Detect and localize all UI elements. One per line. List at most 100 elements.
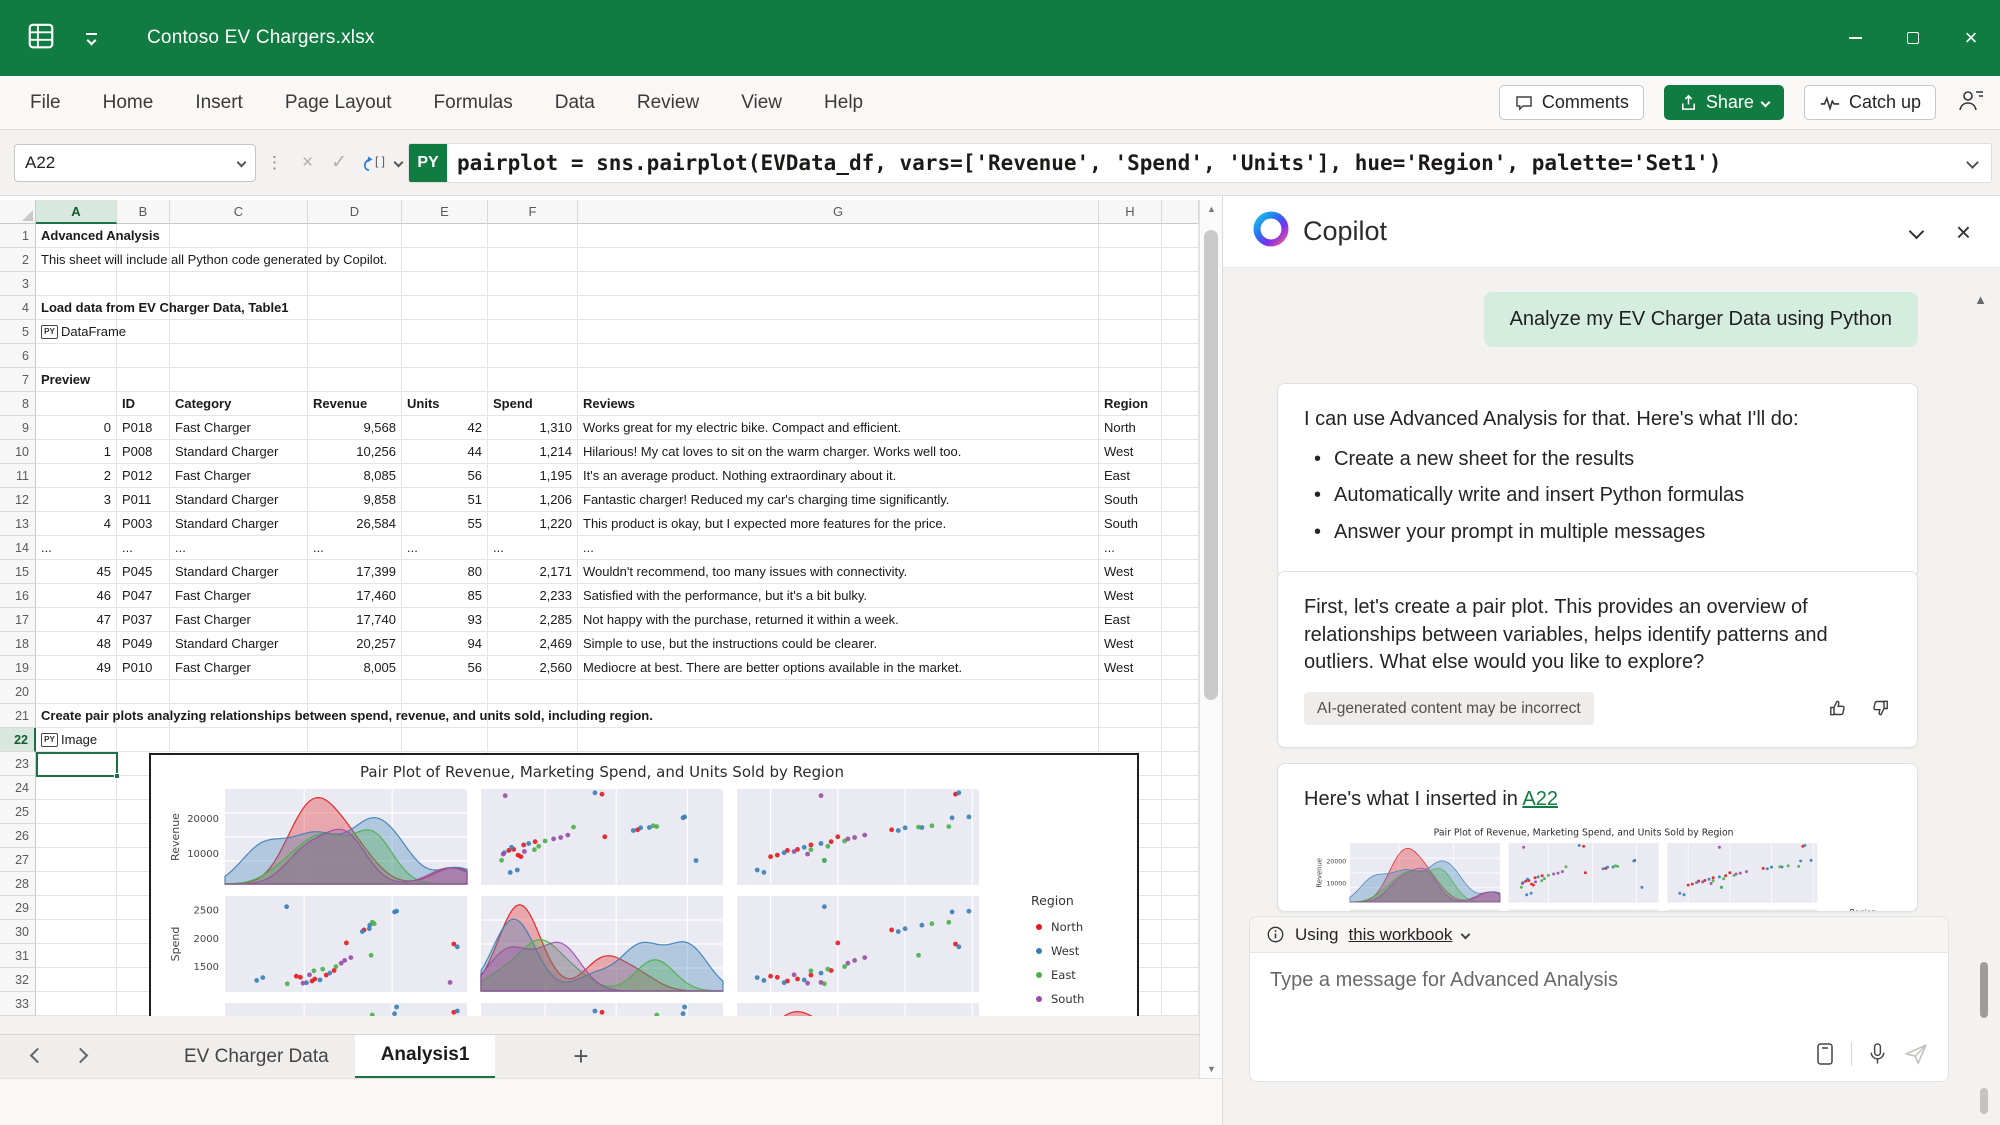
cell-B11[interactable]: P012 (117, 464, 170, 488)
scroll-up-icon[interactable]: ▲ (1200, 204, 1223, 214)
comments-button[interactable]: Comments (1499, 85, 1644, 120)
cell-G2[interactable] (578, 248, 1099, 272)
row-header-12[interactable]: 12 (0, 488, 36, 512)
cell-D19[interactable]: 8,005 (308, 656, 402, 680)
cell-C1[interactable] (170, 224, 308, 248)
cell-B6[interactable] (117, 344, 170, 368)
cell-A23[interactable] (36, 752, 117, 776)
row-header-21[interactable]: 21 (0, 704, 36, 728)
cell-H14[interactable]: ... (1099, 536, 1162, 560)
row-header-8[interactable]: 8 (0, 392, 36, 416)
menu-insert[interactable]: Insert (195, 92, 243, 114)
sheet-vertical-scrollbar[interactable]: ▲ ▼ (1199, 200, 1222, 1078)
cell-B9[interactable]: P018 (117, 416, 170, 440)
cell-G22[interactable] (578, 728, 1099, 752)
cell-E14[interactable]: ... (402, 536, 488, 560)
cell-H18[interactable]: West (1099, 632, 1162, 656)
cell-E2[interactable] (402, 248, 488, 272)
cell-H16[interactable]: West (1099, 584, 1162, 608)
cell-B12[interactable]: P011 (117, 488, 170, 512)
notebook-icon[interactable] (1813, 1041, 1837, 1067)
col-header-H[interactable]: H (1099, 200, 1162, 224)
col-header-G[interactable]: G (578, 200, 1099, 224)
cell-H12[interactable]: South (1099, 488, 1162, 512)
scroll-down-icon[interactable]: ▼ (1200, 1064, 1223, 1074)
cell-H7[interactable] (1099, 368, 1162, 392)
context-dropdown-icon[interactable] (1461, 930, 1471, 940)
menu-data[interactable]: Data (555, 92, 595, 114)
cancel-entry-icon[interactable]: × (302, 152, 313, 174)
cell-H3[interactable] (1099, 272, 1162, 296)
cell-A31[interactable] (36, 944, 117, 968)
quick-access-dropdown-icon[interactable] (86, 33, 97, 44)
cell-H21[interactable] (1099, 704, 1162, 728)
row-header-28[interactable]: 28 (0, 872, 36, 896)
cell-E1[interactable] (402, 224, 488, 248)
row-header-33[interactable]: 33 (0, 992, 36, 1016)
cell-A20[interactable] (36, 680, 117, 704)
thumbs-up-icon[interactable] (1827, 697, 1851, 720)
maximize-button[interactable] (1884, 0, 1942, 76)
row-header-29[interactable]: 29 (0, 896, 36, 920)
cell-E20[interactable] (402, 680, 488, 704)
cell-A16[interactable]: 46 (36, 584, 117, 608)
tabs-scroll-right-icon[interactable] (75, 1048, 86, 1066)
inserted-chart-thumbnail[interactable]: Pair Plot of Revenue, Marketing Spend, a… (1304, 822, 1904, 912)
cell-G10[interactable]: Hilarious! My cat loves to sit on the wa… (578, 440, 1099, 464)
cell-D8[interactable]: Revenue (308, 392, 402, 416)
cell-F11[interactable]: 1,195 (488, 464, 578, 488)
row-header-20[interactable]: 20 (0, 680, 36, 704)
row-header-10[interactable]: 10 (0, 440, 36, 464)
cell-G16[interactable]: Satisfied with the performance, but it's… (578, 584, 1099, 608)
cell-F10[interactable]: 1,214 (488, 440, 578, 464)
row-header-11[interactable]: 11 (0, 464, 36, 488)
cell-B10[interactable]: P008 (117, 440, 170, 464)
row-header-17[interactable]: 17 (0, 608, 36, 632)
excel-app-icon[interactable] (26, 21, 56, 56)
cell-G6[interactable] (578, 344, 1099, 368)
cell-H8[interactable]: Region (1099, 392, 1162, 416)
menu-formulas[interactable]: Formulas (434, 92, 513, 114)
copilot-collapse-icon[interactable] (1909, 224, 1925, 240)
row-header-26[interactable]: 26 (0, 824, 36, 848)
cell-A22[interactable]: PYImage (36, 728, 117, 752)
cell-A2[interactable]: This sheet will include all Python code … (36, 248, 117, 272)
cell-C8[interactable]: Category (170, 392, 308, 416)
cell-E11[interactable]: 56 (402, 464, 488, 488)
row-header-4[interactable]: 4 (0, 296, 36, 320)
cell-E10[interactable]: 44 (402, 440, 488, 464)
cell-D10[interactable]: 10,256 (308, 440, 402, 464)
cell-A25[interactable] (36, 800, 117, 824)
cell-A5[interactable]: PYDataFrame (36, 320, 117, 344)
row-header-14[interactable]: 14 (0, 536, 36, 560)
cell-D7[interactable] (308, 368, 402, 392)
cell-G5[interactable] (578, 320, 1099, 344)
cell-A4[interactable]: Load data from EV Charger Data, Table1 (36, 296, 117, 320)
cell-E3[interactable] (402, 272, 488, 296)
cell-G7[interactable] (578, 368, 1099, 392)
cell-A3[interactable] (36, 272, 117, 296)
row-header-19[interactable]: 19 (0, 656, 36, 680)
col-header-partial[interactable] (1162, 200, 1199, 224)
cell-E17[interactable]: 93 (402, 608, 488, 632)
cell-B17[interactable]: P037 (117, 608, 170, 632)
minimize-button[interactable] (1826, 0, 1884, 76)
cell-E18[interactable]: 94 (402, 632, 488, 656)
formula-bar-options-icon[interactable]: ⋮ (266, 153, 283, 173)
name-box[interactable]: A22 (14, 144, 256, 182)
cell-C7[interactable] (170, 368, 308, 392)
cell-C18[interactable]: Standard Charger (170, 632, 308, 656)
cell-D14[interactable]: ... (308, 536, 402, 560)
cell-F7[interactable] (488, 368, 578, 392)
row-header-9[interactable]: 9 (0, 416, 36, 440)
cell-C19[interactable]: Fast Charger (170, 656, 308, 680)
cell-C20[interactable] (170, 680, 308, 704)
send-icon[interactable] (1903, 1041, 1930, 1067)
cell-E7[interactable] (402, 368, 488, 392)
cell-G1[interactable] (578, 224, 1099, 248)
workbook-context-link[interactable]: this workbook (1348, 925, 1452, 945)
cell-E19[interactable]: 56 (402, 656, 488, 680)
cell-D13[interactable]: 26,584 (308, 512, 402, 536)
cell-E12[interactable]: 51 (402, 488, 488, 512)
col-header-E[interactable]: E (402, 200, 488, 224)
